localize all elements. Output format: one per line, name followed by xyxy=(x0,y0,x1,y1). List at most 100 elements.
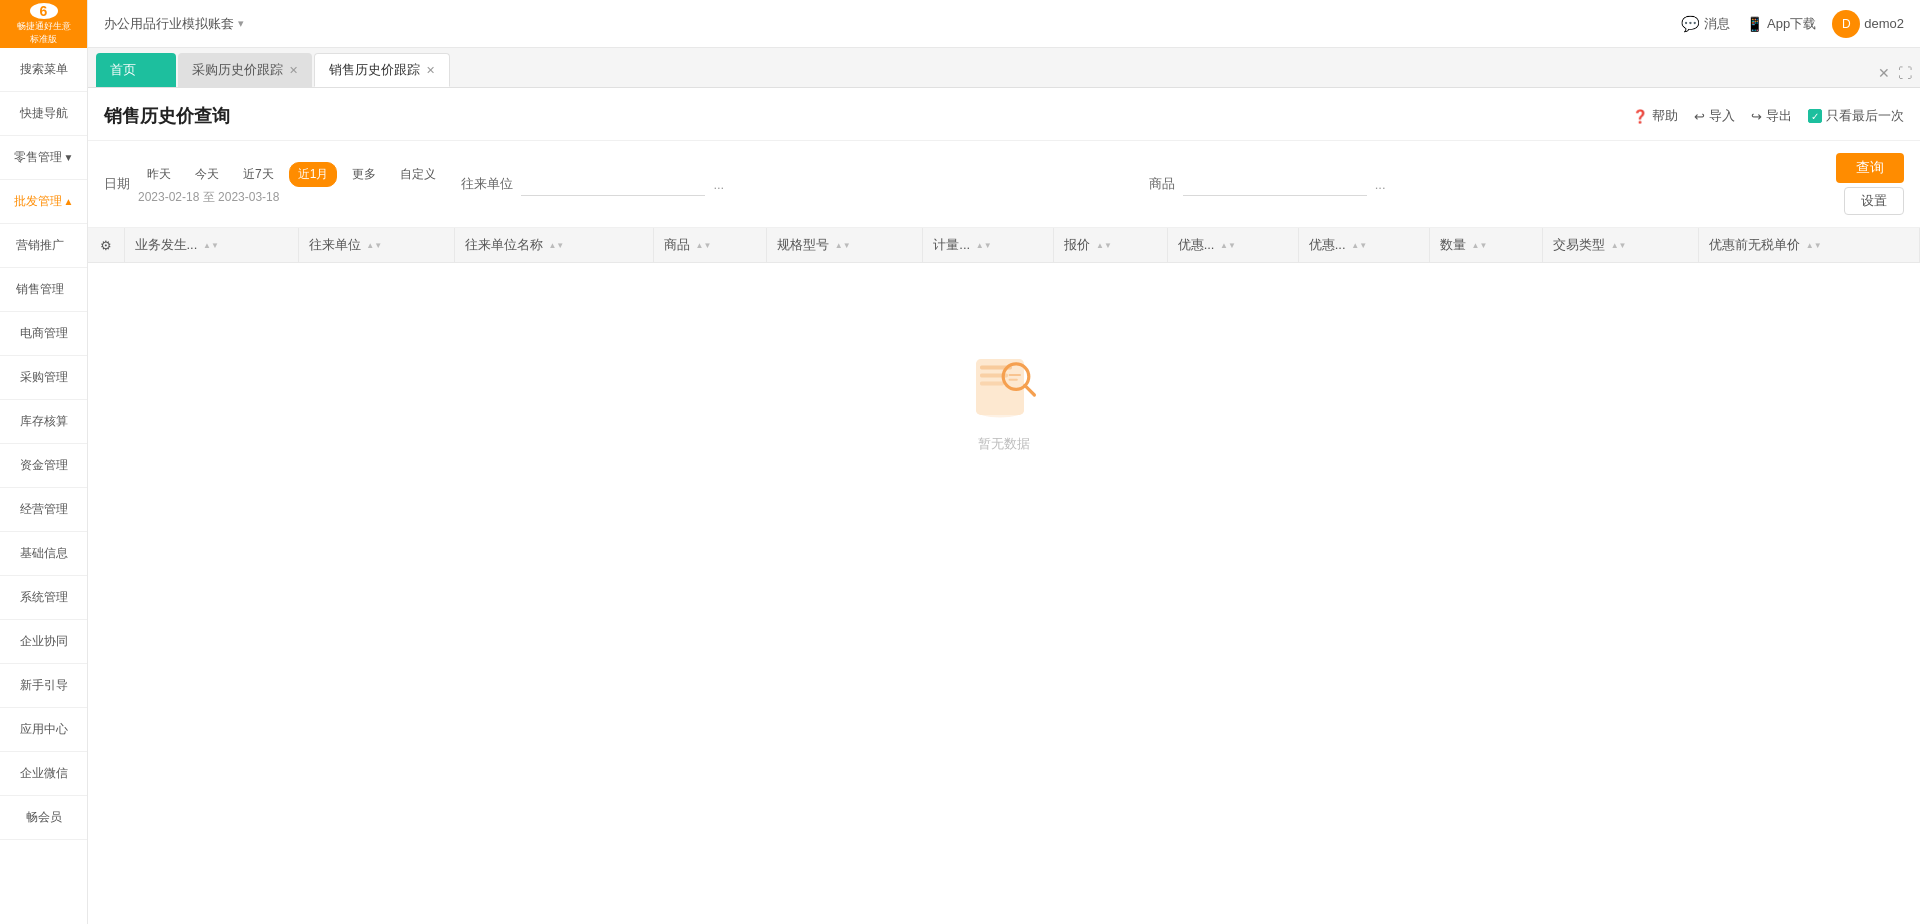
table-settings-icon: ⚙ xyxy=(100,238,112,253)
sidebar: 6 畅捷通好生意 标准版 搜索菜单 快捷导航 零售管理 ▼ 批发管理 ▲ 营销推… xyxy=(0,0,88,924)
import-action[interactable]: ↩ 导入 xyxy=(1694,107,1735,125)
sidebar-item-wholesale[interactable]: 批发管理 ▲ xyxy=(0,180,87,224)
user-avatar: D xyxy=(1832,10,1860,38)
sort-icon-quote: ▲▼ xyxy=(1096,241,1112,250)
sidebar-item-purchase[interactable]: 采购管理 xyxy=(0,356,87,400)
user-profile[interactable]: D demo2 xyxy=(1832,10,1904,38)
table-container: ⚙ 业务发生... ▲▼ 往来单位 ▲▼ 往来单位名称 ▲▼ xyxy=(88,228,1920,533)
empty-text: 暂无数据 xyxy=(978,435,1030,453)
th-product[interactable]: 商品 ▲▼ xyxy=(653,228,766,263)
th-quote[interactable]: 报价 ▲▼ xyxy=(1054,228,1167,263)
product-filter-label: 商品 xyxy=(1149,175,1175,193)
breadcrumb: 办公用品行业模拟账套 ▾ xyxy=(104,15,1669,33)
message-action[interactable]: 💬 消息 xyxy=(1681,15,1730,33)
breadcrumb-text: 办公用品行业模拟账套 xyxy=(104,15,234,33)
sidebar-item-system[interactable]: 系统管理 xyxy=(0,576,87,620)
sidebar-item-inventory[interactable]: 库存核算 xyxy=(0,400,87,444)
sidebar-item-quick-nav[interactable]: 快捷导航 xyxy=(0,92,87,136)
product-filter-group: 商品 ... xyxy=(1149,172,1820,196)
sidebar-item-marketing[interactable]: 营销推广 xyxy=(0,224,87,268)
empty-state-icon xyxy=(954,343,1054,423)
app-download-label: App下载 xyxy=(1767,15,1816,33)
date-btn-1month[interactable]: 近1月 xyxy=(289,162,338,187)
only-last-checkbox-group[interactable]: ✓ 只看最后一次 xyxy=(1808,107,1904,125)
page-content: 销售历史价查询 ❓ 帮助 ↩ 导入 ↪ 导出 ✓ 只看最后一次 xyxy=(88,88,1920,924)
date-btn-custom[interactable]: 自定义 xyxy=(391,162,445,187)
sidebar-label-marketing: 营销推广 xyxy=(16,237,64,254)
sort-icon-qty: ▲▼ xyxy=(1472,241,1488,250)
date-btn-today[interactable]: 今天 xyxy=(186,162,228,187)
th-trade-type-label: 交易类型 xyxy=(1553,237,1605,252)
sort-icon-discount2: ▲▼ xyxy=(1351,241,1367,250)
logo-text: 畅捷通好生意 xyxy=(17,21,71,33)
sidebar-item-apps[interactable]: 应用中心 xyxy=(0,708,87,752)
breadcrumb-dropdown[interactable]: 办公用品行业模拟账套 ▾ xyxy=(104,15,244,33)
app-logo: 6 畅捷通好生意 标准版 xyxy=(0,0,87,48)
export-action[interactable]: ↪ 导出 xyxy=(1751,107,1792,125)
date-btn-7days[interactable]: 近7天 xyxy=(234,162,283,187)
settings-button[interactable]: 设置 xyxy=(1844,187,1904,215)
query-button[interactable]: 查询 xyxy=(1836,153,1904,183)
filter-area: 日期 昨天 今天 近7天 近1月 更多 自定义 2023-02-18 至 202… xyxy=(88,141,1920,228)
sidebar-nav: 搜索菜单 快捷导航 零售管理 ▼ 批发管理 ▲ 营销推广 销售管理 电商管理 采 xyxy=(0,48,87,924)
tab-sales-history[interactable]: 销售历史价跟踪 ✕ xyxy=(314,53,450,87)
partner-filter-input[interactable] xyxy=(521,172,705,196)
sidebar-item-search[interactable]: 搜索菜单 xyxy=(0,48,87,92)
sidebar-label-basics: 基础信息 xyxy=(20,545,68,562)
tab-sales-history-close-icon[interactable]: ✕ xyxy=(426,65,435,76)
sidebar-item-wechat[interactable]: 企业微信 xyxy=(0,752,87,796)
partner-ellipsis-btn[interactable]: ... xyxy=(713,177,724,192)
th-partner-code[interactable]: 往来单位 ▲▼ xyxy=(298,228,454,263)
sidebar-item-retail[interactable]: 零售管理 ▼ xyxy=(0,136,87,180)
th-product-label: 商品 xyxy=(664,237,690,252)
th-biz-date-label: 业务发生... xyxy=(135,237,198,252)
sidebar-item-vip[interactable]: 畅会员 xyxy=(0,796,87,840)
breadcrumb-chevron-icon: ▾ xyxy=(238,17,244,30)
sidebar-item-basics[interactable]: 基础信息 xyxy=(0,532,87,576)
th-trade-type[interactable]: 交易类型 ▲▼ xyxy=(1543,228,1699,263)
app-download-action[interactable]: 📱 App下载 xyxy=(1746,15,1816,33)
product-filter-input[interactable] xyxy=(1183,172,1367,196)
tab-home[interactable]: 首页 xyxy=(96,53,176,87)
sidebar-label-enterprise: 企业协同 xyxy=(20,633,68,650)
product-ellipsis-btn[interactable]: ... xyxy=(1375,177,1386,192)
sidebar-item-ecommerce[interactable]: 电商管理 xyxy=(0,312,87,356)
sidebar-item-guide[interactable]: 新手引导 xyxy=(0,664,87,708)
sort-icon-pre-tax-price: ▲▼ xyxy=(1806,241,1822,250)
window-close-btn[interactable]: ✕ xyxy=(1878,65,1890,81)
date-btn-yesterday[interactable]: 昨天 xyxy=(138,162,180,187)
sidebar-item-operations[interactable]: 经营管理 xyxy=(0,488,87,532)
th-qty[interactable]: 数量 ▲▼ xyxy=(1429,228,1542,263)
tab-purchase-history[interactable]: 采购历史价跟踪 ✕ xyxy=(178,53,312,87)
sort-icon-unit: ▲▼ xyxy=(976,241,992,250)
sidebar-item-finance[interactable]: 资金管理 xyxy=(0,444,87,488)
sidebar-label-vip: 畅会员 xyxy=(26,809,62,826)
help-action[interactable]: ❓ 帮助 xyxy=(1632,107,1678,125)
message-icon: 💬 xyxy=(1681,15,1700,33)
sidebar-item-sales-mgmt[interactable]: 销售管理 xyxy=(0,268,87,312)
sidebar-label-inventory: 库存核算 xyxy=(20,413,68,430)
th-discount2-label: 优惠... xyxy=(1309,237,1346,252)
th-unit[interactable]: 计量... ▲▼ xyxy=(923,228,1054,263)
tab-purchase-history-label: 采购历史价跟踪 xyxy=(192,61,283,79)
sidebar-item-enterprise[interactable]: 企业协同 xyxy=(0,620,87,664)
th-pre-tax-price[interactable]: 优惠前无税单价 ▲▼ xyxy=(1699,228,1920,263)
only-last-checkbox[interactable]: ✓ xyxy=(1808,109,1822,123)
th-partner-name-label: 往来单位名称 xyxy=(465,237,543,252)
th-spec[interactable]: 规格型号 ▲▼ xyxy=(767,228,923,263)
th-discount1[interactable]: 优惠... ▲▼ xyxy=(1167,228,1298,263)
sort-icon-discount1: ▲▼ xyxy=(1220,241,1236,250)
th-settings[interactable]: ⚙ xyxy=(88,228,124,263)
th-discount2[interactable]: 优惠... ▲▼ xyxy=(1298,228,1429,263)
sidebar-label-retail: 零售管理 xyxy=(14,149,62,166)
table-header: ⚙ 业务发生... ▲▼ 往来单位 ▲▼ 往来单位名称 ▲▼ xyxy=(88,228,1920,263)
th-partner-name[interactable]: 往来单位名称 ▲▼ xyxy=(454,228,653,263)
th-biz-date[interactable]: 业务发生... ▲▼ xyxy=(124,228,298,263)
sort-icon-spec: ▲▼ xyxy=(835,241,851,250)
window-maximize-btn[interactable]: ⛶ xyxy=(1898,65,1912,81)
retail-chevron-icon: ▼ xyxy=(64,152,74,163)
help-label: 帮助 xyxy=(1652,107,1678,125)
date-filter-label: 日期 xyxy=(104,175,130,193)
tab-purchase-history-close-icon[interactable]: ✕ xyxy=(289,65,298,76)
date-btn-more[interactable]: 更多 xyxy=(343,162,385,187)
